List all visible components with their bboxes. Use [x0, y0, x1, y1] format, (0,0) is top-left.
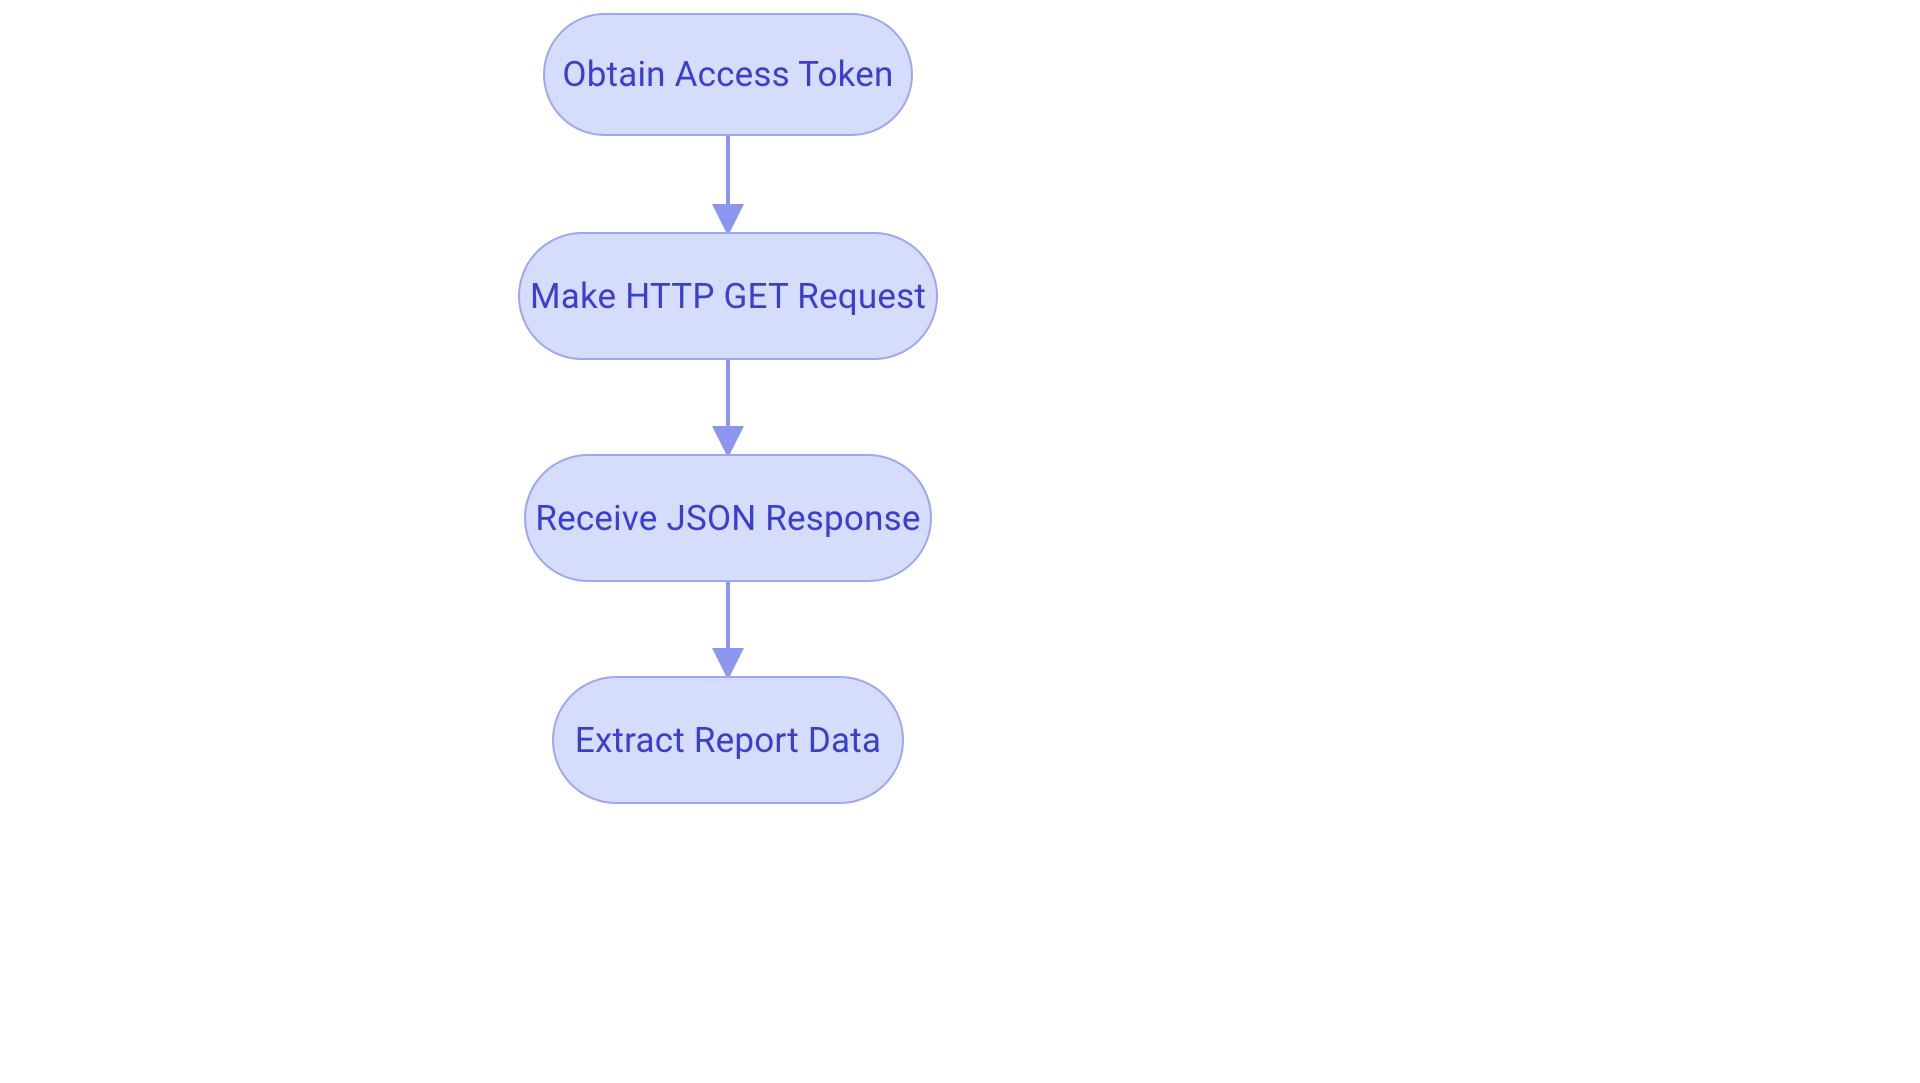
- flow-node-obtain-access-token: Obtain Access Token: [543, 13, 913, 136]
- flow-node-make-http-get-request: Make HTTP GET Request: [518, 232, 938, 360]
- node-label: Receive JSON Response: [535, 498, 920, 539]
- flowchart-canvas: Obtain Access Token Make HTTP GET Reques…: [0, 0, 1920, 1083]
- flow-node-extract-report-data: Extract Report Data: [552, 676, 904, 804]
- node-label: Extract Report Data: [575, 720, 881, 761]
- node-label: Make HTTP GET Request: [530, 276, 926, 317]
- arrow-layer: [0, 0, 1920, 1083]
- flow-node-receive-json-response: Receive JSON Response: [524, 454, 932, 582]
- node-label: Obtain Access Token: [562, 54, 893, 95]
